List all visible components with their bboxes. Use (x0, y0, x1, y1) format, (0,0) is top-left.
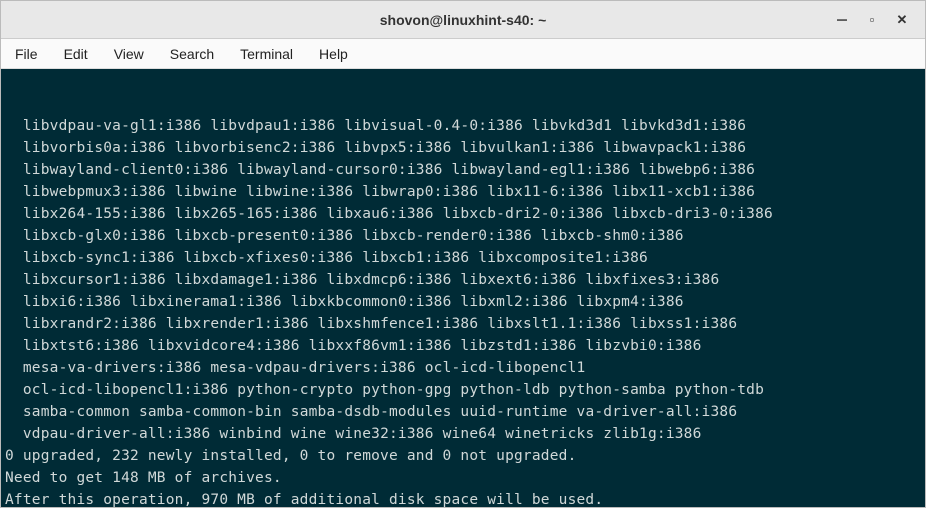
terminal-window: shovon@linuxhint-s40: ~ － ▫ ✕ File Edit … (0, 0, 926, 508)
menu-terminal[interactable]: Terminal (236, 43, 297, 65)
terminal-line: Need to get 148 MB of archives. (5, 467, 921, 489)
terminal-line: libxcb-sync1:i386 libxcb-xfixes0:i386 li… (5, 247, 921, 269)
terminal-area[interactable]: libvdpau-va-gl1:i386 libvdpau1:i386 libv… (1, 69, 925, 507)
close-button[interactable]: ✕ (887, 6, 917, 34)
terminal-line: ocl-icd-libopencl1:i386 python-crypto py… (5, 379, 921, 401)
terminal-line: samba-common samba-common-bin samba-dsdb… (5, 401, 921, 423)
terminal-line: libx264-155:i386 libx265-165:i386 libxau… (5, 203, 921, 225)
terminal-line: libwebpmux3:i386 libwine libwine:i386 li… (5, 181, 921, 203)
terminal-line: libvdpau-va-gl1:i386 libvdpau1:i386 libv… (5, 115, 921, 137)
terminal-line: After this operation, 970 MB of addition… (5, 489, 921, 507)
window-title: shovon@linuxhint-s40: ~ (380, 12, 547, 28)
terminal-line: libxcb-glx0:i386 libxcb-present0:i386 li… (5, 225, 921, 247)
window-controls: － ▫ ✕ (827, 6, 917, 34)
menubar: File Edit View Search Terminal Help (1, 39, 925, 69)
terminal-line: 0 upgraded, 232 newly installed, 0 to re… (5, 445, 921, 467)
terminal-line: mesa-va-drivers:i386 mesa-vdpau-drivers:… (5, 357, 921, 379)
menu-view[interactable]: View (110, 43, 148, 65)
minimize-button[interactable]: － (827, 6, 857, 34)
terminal-line: libxcursor1:i386 libxdamage1:i386 libxdm… (5, 269, 921, 291)
terminal-line: libxrandr2:i386 libxrender1:i386 libxshm… (5, 313, 921, 335)
menu-help[interactable]: Help (315, 43, 352, 65)
menu-file[interactable]: File (11, 43, 42, 65)
maximize-button[interactable]: ▫ (857, 6, 887, 34)
terminal-line: vdpau-driver-all:i386 winbind wine wine3… (5, 423, 921, 445)
terminal-line: libxtst6:i386 libxvidcore4:i386 libxxf86… (5, 335, 921, 357)
menu-edit[interactable]: Edit (60, 43, 92, 65)
terminal-line: libvorbis0a:i386 libvorbisenc2:i386 libv… (5, 137, 921, 159)
terminal-line: libxi6:i386 libxinerama1:i386 libxkbcomm… (5, 291, 921, 313)
terminal-line: libwayland-client0:i386 libwayland-curso… (5, 159, 921, 181)
menu-search[interactable]: Search (166, 43, 218, 65)
titlebar: shovon@linuxhint-s40: ~ － ▫ ✕ (1, 1, 925, 39)
